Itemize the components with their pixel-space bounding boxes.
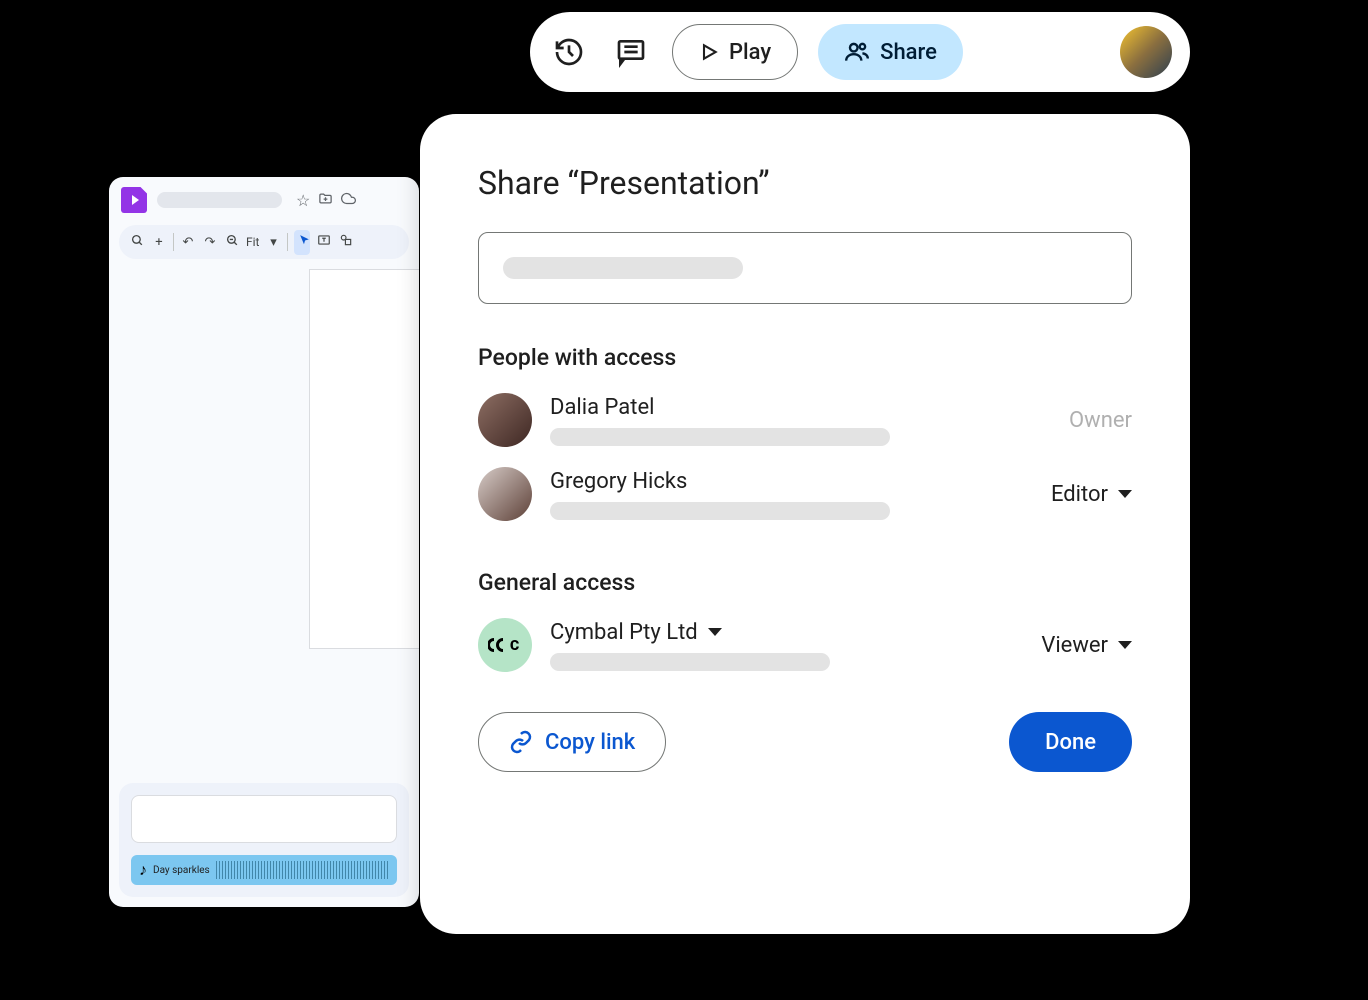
share-dialog: Share “Presentation” People with access … xyxy=(420,114,1190,934)
link-icon xyxy=(509,730,533,754)
move-folder-icon[interactable] xyxy=(318,191,333,210)
done-label: Done xyxy=(1045,730,1096,755)
undo-icon[interactable]: ↶ xyxy=(180,235,196,250)
play-icon xyxy=(699,42,719,62)
copy-link-button[interactable]: Copy link xyxy=(478,712,666,772)
role-label: Editor xyxy=(1051,482,1108,507)
user-avatar[interactable] xyxy=(1120,26,1172,78)
email-placeholder xyxy=(550,502,890,520)
zoom-level[interactable]: Fit xyxy=(246,235,259,249)
chevron-down-icon xyxy=(1118,641,1132,649)
comments-button[interactable] xyxy=(610,31,652,73)
org-name: Cymbal Pty Ltd xyxy=(550,620,698,645)
org-name-dropdown[interactable]: Cymbal Pty Ltd xyxy=(550,620,1023,645)
play-button[interactable]: Play xyxy=(672,24,798,80)
slide-canvas[interactable] xyxy=(309,269,419,649)
search-icon[interactable] xyxy=(129,234,145,251)
toolbar-divider xyxy=(173,233,174,251)
textbox-icon[interactable] xyxy=(316,233,332,251)
history-button[interactable] xyxy=(548,31,590,73)
redo-icon[interactable]: ↷ xyxy=(202,235,218,250)
copy-link-label: Copy link xyxy=(545,730,635,755)
app-logo-icon xyxy=(121,187,147,213)
share-label: Share xyxy=(880,40,937,65)
toolbar-divider xyxy=(287,233,288,251)
app-toolbar: + ↶ ↷ Fit ▾ xyxy=(119,225,409,259)
chevron-down-icon xyxy=(1118,490,1132,498)
audio-track-label: Day sparkles xyxy=(153,865,210,876)
timeline-input[interactable] xyxy=(131,795,397,843)
people-access-header: People with access xyxy=(478,344,1132,371)
person-name: Gregory Hicks xyxy=(550,469,1033,494)
email-placeholder xyxy=(550,428,890,446)
bottom-panel: ♪ Day sparkles xyxy=(119,783,409,897)
star-icon[interactable]: ☆ xyxy=(296,191,310,210)
cloud-status-icon[interactable] xyxy=(341,191,356,210)
input-placeholder xyxy=(503,257,743,279)
add-icon[interactable]: + xyxy=(151,235,167,250)
role-owner: Owner xyxy=(1069,408,1132,433)
background-app-window: ☆ + ↶ ↷ Fit ▾ xyxy=(109,177,419,907)
general-access-header: General access xyxy=(478,569,1132,596)
doc-title-placeholder[interactable] xyxy=(157,192,282,208)
person-avatar xyxy=(478,467,532,521)
role-label: Viewer xyxy=(1041,633,1108,658)
person-name: Dalia Patel xyxy=(550,395,1051,420)
zoom-out-icon[interactable] xyxy=(224,234,240,251)
top-toolbar: Play Share xyxy=(530,12,1190,92)
org-logo-icon: C xyxy=(478,618,532,672)
app-titlebar: ☆ xyxy=(109,177,419,223)
audio-track[interactable]: ♪ Day sparkles xyxy=(131,855,397,885)
music-note-icon: ♪ xyxy=(139,860,147,880)
waveform-icon xyxy=(216,861,389,879)
role-dropdown[interactable]: Viewer xyxy=(1041,633,1132,658)
org-description-placeholder xyxy=(550,653,830,671)
org-row: C Cymbal Pty Ltd Viewer xyxy=(478,618,1132,672)
done-button[interactable]: Done xyxy=(1009,712,1132,772)
add-people-input[interactable] xyxy=(478,232,1132,304)
chevron-down-icon[interactable]: ▾ xyxy=(265,235,281,250)
cursor-icon[interactable] xyxy=(294,230,310,255)
play-label: Play xyxy=(729,40,771,65)
role-dropdown[interactable]: Editor xyxy=(1051,482,1132,507)
shapes-icon[interactable] xyxy=(338,233,354,251)
chevron-down-icon xyxy=(708,628,722,636)
person-row: Dalia Patel Owner xyxy=(478,393,1132,447)
share-people-icon xyxy=(844,39,870,65)
share-button[interactable]: Share xyxy=(818,24,963,80)
person-row: Gregory Hicks Editor xyxy=(478,467,1132,521)
dialog-title: Share “Presentation” xyxy=(478,164,1132,202)
svg-text:C: C xyxy=(510,638,519,654)
person-avatar xyxy=(478,393,532,447)
